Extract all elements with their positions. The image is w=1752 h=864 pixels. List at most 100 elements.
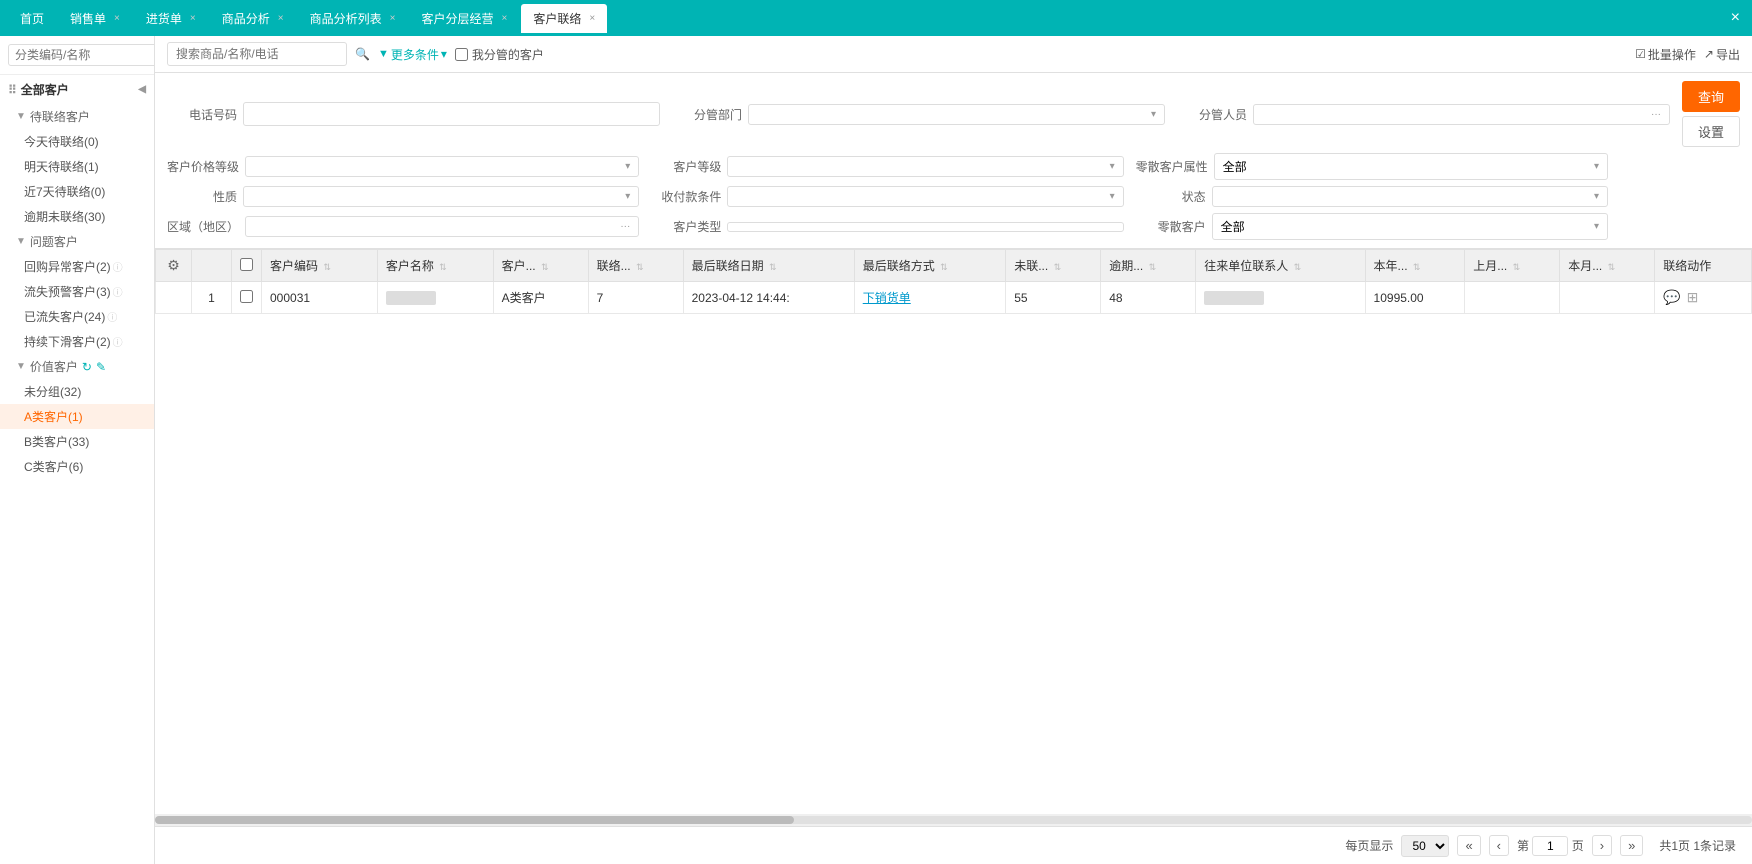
my-customers-checkbox[interactable] <box>455 48 468 61</box>
close-product-analysis-tab[interactable]: × <box>278 13 284 24</box>
region-select[interactable]: ··· <box>245 216 639 237</box>
col-gear[interactable]: ⚙ <box>156 250 192 282</box>
phone-input[interactable] <box>243 102 660 126</box>
close-customer-contact-tab[interactable]: × <box>589 13 595 24</box>
first-page-button[interactable]: « <box>1457 835 1480 856</box>
nav-tab-product-list[interactable]: 商品分析列表 × <box>298 4 408 33</box>
row-checkbox-cell[interactable] <box>232 282 262 314</box>
gear-icon[interactable]: ⚙ <box>167 257 180 273</box>
close-sales-tab[interactable]: × <box>114 13 120 24</box>
customer-level-select[interactable]: ▾ <box>727 156 1123 177</box>
nav-tab-customer-contact[interactable]: 客户联络 × <box>521 4 607 33</box>
customers-table: ⚙ 客户编码 ⇅ 客户名称 ⇅ <box>155 249 1752 314</box>
sidebar-search-input[interactable] <box>8 44 155 66</box>
retail-customer-select[interactable]: 全部 ▾ <box>1212 213 1608 240</box>
page-number-input[interactable] <box>1532 836 1568 856</box>
prev-page-button[interactable]: ‹ <box>1489 835 1509 856</box>
col-last-contact-date[interactable]: 最后联络日期 ⇅ <box>683 250 854 282</box>
col-contact-person[interactable]: 往来单位联系人 ⇅ <box>1196 250 1365 282</box>
edit-group-icon[interactable]: ✎ <box>96 360 106 374</box>
select-all-checkbox[interactable] <box>240 258 253 271</box>
row-checkbox[interactable] <box>240 290 253 303</box>
row-last-contact-method[interactable]: 下销货单 <box>854 282 1006 314</box>
more-filters-button[interactable]: ▼ 更多条件 ▾ <box>378 46 447 63</box>
col-checkbox-header[interactable] <box>232 250 262 282</box>
col-contact-count[interactable]: 联络... ⇅ <box>588 250 683 282</box>
row-last-contact-date: 2023-04-12 14:44: <box>683 282 854 314</box>
filter-customer-level: 客户等级 ▾ <box>651 156 1123 177</box>
main-layout: 🔍 ⠿ 全部客户 ◀ ▼ 待联络客户 今天待联络(0) 明天待联络(1) 近7天… <box>0 36 1752 864</box>
status-select[interactable]: ▾ <box>1212 186 1608 207</box>
close-purchase-tab[interactable]: × <box>190 13 196 24</box>
my-customers-filter[interactable]: 我分管的客户 <box>455 46 544 63</box>
window-close-button[interactable]: × <box>1727 5 1744 30</box>
setting-button[interactable]: 设置 <box>1682 116 1740 147</box>
refresh-icon[interactable]: ↻ <box>82 360 92 374</box>
nav-tab-product-analysis[interactable]: 商品分析 × <box>210 4 296 33</box>
col-customer-name[interactable]: 客户名称 ⇅ <box>377 250 493 282</box>
group-label: 价值客户 <box>30 358 78 375</box>
collapse-sidebar-icon[interactable]: ◀ <box>138 84 146 95</box>
nature-select[interactable]: ▾ <box>243 186 639 207</box>
all-customers-header[interactable]: ⠿ 全部客户 ◀ <box>0 75 154 104</box>
batch-operation-button[interactable]: ☑ 批量操作 <box>1635 46 1696 63</box>
close-customer-segment-tab[interactable]: × <box>501 13 507 24</box>
retail-attr-select[interactable]: 全部 ▾ <box>1214 153 1608 180</box>
export-button[interactable]: ↗ 导出 <box>1704 46 1740 63</box>
filter-price-level: 客户价格等级 ▾ <box>167 156 639 177</box>
horizontal-scrollbar[interactable] <box>155 814 1752 826</box>
sidebar-item-continuous-decline[interactable]: 持续下滑客户(2) ⓘ <box>0 329 154 354</box>
row-customer-name[interactable]: Ea <box>377 282 493 314</box>
sidebar-item-overdue-no-contact[interactable]: 逾期未联络(30) <box>0 204 154 229</box>
sidebar-item-already-churned[interactable]: 已流失客户(24) ⓘ <box>0 304 154 329</box>
sidebar-group-value-customers[interactable]: ▼ 价值客户 ↻ ✎ <box>0 354 154 379</box>
close-product-list-tab[interactable]: × <box>390 13 396 24</box>
sidebar-item-class-a[interactable]: A类客户(1) <box>0 404 154 429</box>
col-overdue[interactable]: 逾期... ⇅ <box>1101 250 1196 282</box>
chat-action-icon[interactable]: 💬 <box>1663 289 1680 306</box>
chevron-down-icon: ▾ <box>1110 161 1115 172</box>
sidebar-item-7days-pending[interactable]: 近7天待联络(0) <box>0 179 154 204</box>
col-no-contact[interactable]: 未联... ⇅ <box>1006 250 1101 282</box>
group-label: 待联络客户 <box>30 108 90 125</box>
query-button[interactable]: 查询 <box>1682 81 1740 112</box>
nav-tab-home[interactable]: 首页 <box>8 4 56 33</box>
customer-type-select[interactable] <box>727 222 1123 232</box>
sidebar-group-problem-customers[interactable]: ▼ 问题客户 <box>0 229 154 254</box>
info-icon: ⓘ <box>113 259 123 274</box>
col-customer-level[interactable]: 客户... ⇅ <box>493 250 588 282</box>
total-records-info: 共1页 1条记录 <box>1659 837 1736 854</box>
row-customer-code[interactable]: 000031 <box>262 282 378 314</box>
sidebar-item-churn-warning[interactable]: 流失预警客户(3) ⓘ <box>0 279 154 304</box>
nav-tab-purchase[interactable]: 进货单 × <box>134 4 208 33</box>
payment-select[interactable]: ▾ <box>727 186 1123 207</box>
sidebar-item-class-b[interactable]: B类客户(33) <box>0 429 154 454</box>
dept-select[interactable]: ▾ <box>748 104 1165 125</box>
scrollbar-thumb[interactable] <box>155 816 794 824</box>
col-this-month[interactable]: 本月... ⇅ <box>1560 250 1655 282</box>
main-search-input[interactable] <box>167 42 347 66</box>
sidebar-item-tomorrow-pending[interactable]: 明天待联络(1) <box>0 154 154 179</box>
col-last-contact-method[interactable]: 最后联络方式 ⇅ <box>854 250 1006 282</box>
col-last-month[interactable]: 上月... ⇅ <box>1465 250 1560 282</box>
scrollbar-track[interactable] <box>155 816 1752 824</box>
info-icon: ⓘ <box>107 309 117 324</box>
grid-action-icon[interactable]: ⊞ <box>1687 289 1699 306</box>
page-size-select[interactable]: 50 <box>1401 835 1449 857</box>
sidebar-item-today-pending[interactable]: 今天待联络(0) <box>0 129 154 154</box>
sort-icon: ⇅ <box>769 262 777 272</box>
last-page-button[interactable]: » <box>1620 835 1643 856</box>
sidebar-group-pending-contact[interactable]: ▼ 待联络客户 <box>0 104 154 129</box>
nav-tab-customer-segment[interactable]: 客户分层经营 × <box>409 4 519 33</box>
sidebar-item-class-c[interactable]: C类客户(6) <box>0 454 154 479</box>
next-page-button[interactable]: › <box>1592 835 1612 856</box>
person-select[interactable]: ··· <box>1253 104 1670 125</box>
price-level-select[interactable]: ▾ <box>245 156 639 177</box>
sidebar-item-repurchase-abnormal[interactable]: 回购异常客户(2) ⓘ <box>0 254 154 279</box>
nav-tab-sales[interactable]: 销售单 × <box>58 4 132 33</box>
sidebar-item-ungrouped[interactable]: 未分组(32) <box>0 379 154 404</box>
content-area: 🔍 ▼ 更多条件 ▾ 我分管的客户 ☑ 批量操作 ↗ 导出 <box>155 36 1752 864</box>
main-search-icon[interactable]: 🔍 <box>355 47 370 61</box>
col-this-year[interactable]: 本年... ⇅ <box>1365 250 1465 282</box>
col-customer-code[interactable]: 客户编码 ⇅ <box>262 250 378 282</box>
